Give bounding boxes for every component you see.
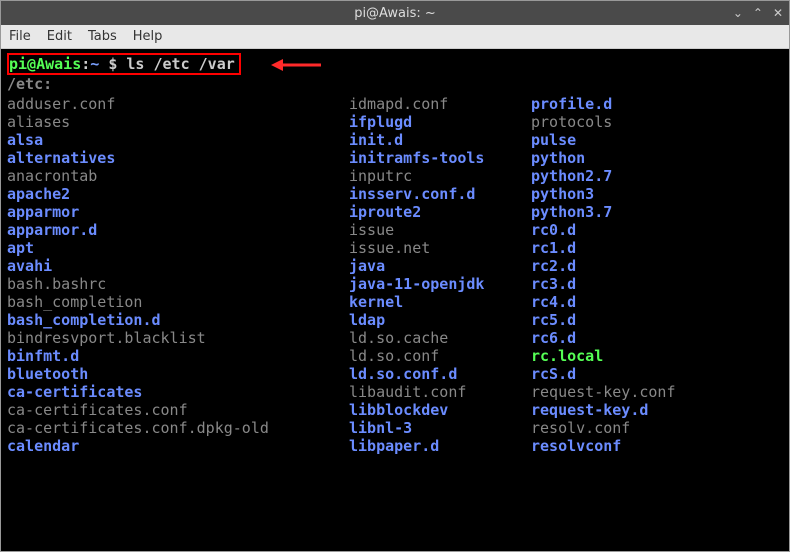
prompt-colon: : — [81, 55, 90, 73]
minimize-button[interactable]: ⌄ — [733, 6, 743, 20]
file-entry: iproute2 — [349, 203, 531, 221]
file-entry: rc3.d — [531, 275, 783, 293]
file-entry: rc2.d — [531, 257, 783, 275]
close-button[interactable]: ✕ — [773, 6, 783, 20]
file-entry: java-11-openjdk — [349, 275, 531, 293]
file-entry: apt — [7, 239, 349, 257]
prompt-command: ls /etc /var — [126, 55, 234, 73]
window-controls: ⌄ ⌃ ✕ — [733, 6, 783, 20]
file-entry: rc5.d — [531, 311, 783, 329]
file-entry: pulse — [531, 131, 783, 149]
file-entry: protocols — [531, 113, 783, 131]
file-entry: idmapd.conf — [349, 95, 531, 113]
file-entry: issue — [349, 221, 531, 239]
file-entry: ca-certificates — [7, 383, 349, 401]
file-entry: request-key.d — [531, 401, 783, 419]
file-entry: insserv.conf.d — [349, 185, 531, 203]
file-entry: apparmor.d — [7, 221, 349, 239]
file-entry: alsa — [7, 131, 349, 149]
file-entry: calendar — [7, 437, 349, 455]
file-entry: kernel — [349, 293, 531, 311]
file-entry: anacrontab — [7, 167, 349, 185]
file-entry: libaudit.conf — [349, 383, 531, 401]
file-entry: profile.d — [531, 95, 783, 113]
maximize-button[interactable]: ⌃ — [753, 6, 763, 20]
file-entry: resolvconf — [531, 437, 783, 455]
file-entry: rc1.d — [531, 239, 783, 257]
titlebar: pi@Awais: ~ ⌄ ⌃ ✕ — [1, 1, 789, 25]
menu-help[interactable]: Help — [133, 29, 163, 44]
file-entry: libblockdev — [349, 401, 531, 419]
ls-column-2: idmapd.confifplugdinit.dinitramfs-toolsi… — [349, 95, 531, 455]
file-entry: libnl-3 — [349, 419, 531, 437]
menu-edit[interactable]: Edit — [47, 29, 72, 44]
file-entry: ld.so.cache — [349, 329, 531, 347]
file-entry: ca-certificates.conf — [7, 401, 349, 419]
file-entry: rc6.d — [531, 329, 783, 347]
file-entry: avahi — [7, 257, 349, 275]
file-entry: request-key.conf — [531, 383, 783, 401]
file-entry: bindresvport.blacklist — [7, 329, 349, 347]
file-entry: java — [349, 257, 531, 275]
file-entry: issue.net — [349, 239, 531, 257]
ls-column-1: adduser.confaliasesalsaalternativesanacr… — [7, 95, 349, 455]
file-entry: ld.so.conf.d — [349, 365, 531, 383]
file-entry: bash_completion.d — [7, 311, 349, 329]
prompt-sigil: $ — [99, 55, 126, 73]
file-entry: resolv.conf — [531, 419, 783, 437]
file-entry: adduser.conf — [7, 95, 349, 113]
file-entry: python2.7 — [531, 167, 783, 185]
menubar: File Edit Tabs Help — [1, 25, 789, 49]
file-entry: initramfs-tools — [349, 149, 531, 167]
file-entry: python3.7 — [531, 203, 783, 221]
file-entry: ca-certificates.conf.dpkg-old — [7, 419, 349, 437]
prompt-highlight-box: pi@Awais:~ $ ls /etc /var — [7, 53, 241, 75]
window-title: pi@Awais: ~ — [354, 6, 436, 21]
prompt-cwd: ~ — [90, 55, 99, 73]
file-entry: bluetooth — [7, 365, 349, 383]
ls-column-3: profile.dprotocolspulsepythonpython2.7py… — [531, 95, 783, 455]
file-entry: rc.local — [531, 347, 783, 365]
terminal-body[interactable]: pi@Awais:~ $ ls /etc /var /etc: adduser.… — [1, 49, 789, 551]
file-entry: libpaper.d — [349, 437, 531, 455]
menu-file[interactable]: File — [9, 29, 31, 44]
file-entry: ifplugd — [349, 113, 531, 131]
file-entry: binfmt.d — [7, 347, 349, 365]
prompt-userhost: pi@Awais — [9, 55, 81, 73]
ls-output: adduser.confaliasesalsaalternativesanacr… — [7, 95, 783, 455]
terminal-window: pi@Awais: ~ ⌄ ⌃ ✕ File Edit Tabs Help pi… — [0, 0, 790, 552]
file-entry: rcS.d — [531, 365, 783, 383]
file-entry: rc4.d — [531, 293, 783, 311]
menu-tabs[interactable]: Tabs — [88, 29, 117, 44]
file-entry: inputrc — [349, 167, 531, 185]
file-entry: bash_completion — [7, 293, 349, 311]
file-entry: python — [531, 149, 783, 167]
file-entry: init.d — [349, 131, 531, 149]
file-entry: aliases — [7, 113, 349, 131]
file-entry: alternatives — [7, 149, 349, 167]
file-entry: rc0.d — [531, 221, 783, 239]
ls-section-header: /etc: — [7, 75, 783, 93]
file-entry: ldap — [349, 311, 531, 329]
file-entry: bash.bashrc — [7, 275, 349, 293]
file-entry: ld.so.conf — [349, 347, 531, 365]
file-entry: apparmor — [7, 203, 349, 221]
file-entry: python3 — [531, 185, 783, 203]
file-entry: apache2 — [7, 185, 349, 203]
